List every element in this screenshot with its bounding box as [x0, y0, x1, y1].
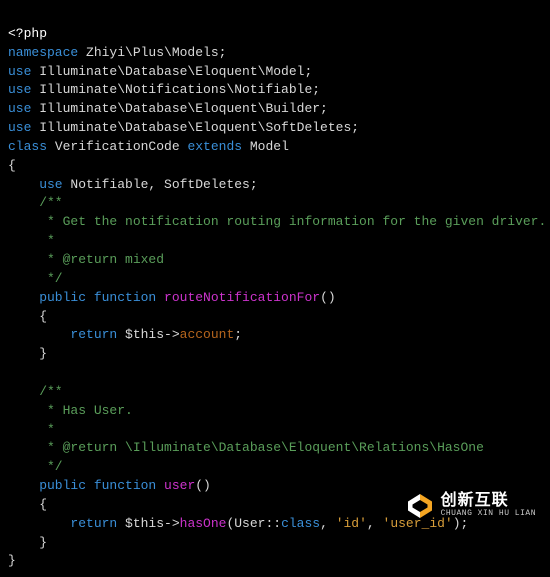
this-arrow: $this->	[117, 327, 179, 342]
method-routenotificationfor: routeNotificationFor	[156, 290, 320, 305]
class-name: VerificationCode	[47, 139, 187, 154]
kw-class-ref: class	[281, 516, 320, 531]
kw-use-trait: use	[8, 177, 63, 192]
trait-names: Notifiable, SoftDeletes;	[63, 177, 258, 192]
brace-close: }	[8, 553, 16, 568]
kw-public: public	[8, 290, 86, 305]
docblock-desc: * Has User.	[8, 403, 133, 418]
comma: ,	[367, 516, 383, 531]
docblock-close: */	[8, 271, 63, 286]
kw-class: class	[8, 139, 47, 154]
parens: ()	[320, 290, 336, 305]
ns-name: Zhiyi\Plus\Models;	[78, 45, 226, 60]
extends-name: Model	[242, 139, 289, 154]
logo-text-cn: 创新互联	[441, 493, 536, 511]
kw-public: public	[8, 478, 86, 493]
kw-use: use	[8, 64, 31, 79]
use-notifiable: Illuminate\Notifications\Notifiable;	[31, 82, 320, 97]
kw-namespace: namespace	[8, 45, 78, 60]
parens: ()	[195, 478, 211, 493]
prop-account: account	[180, 327, 235, 342]
this-arrow: $this->	[117, 516, 179, 531]
docblock-desc: * Get the notification routing informati…	[8, 214, 546, 229]
php-open: <?php	[8, 26, 47, 41]
kw-extends: extends	[187, 139, 242, 154]
docblock-open: /**	[8, 384, 63, 399]
docblock-close: */	[8, 459, 63, 474]
kw-return: return	[8, 516, 117, 531]
brace-open: {	[8, 497, 47, 512]
kw-return: return	[8, 327, 117, 342]
brace-open: {	[8, 309, 47, 324]
logo-text-en: CHUANG XIN HU LIAN	[441, 510, 536, 519]
docblock-star: *	[8, 233, 55, 248]
paren-userclass: (User::	[226, 516, 281, 531]
kw-function: function	[86, 290, 156, 305]
kw-use: use	[8, 82, 31, 97]
docblock-star: *	[8, 422, 55, 437]
kw-use: use	[8, 101, 31, 116]
docblock-return: * @return mixed	[8, 252, 164, 267]
kw-function: function	[86, 478, 156, 493]
docblock-open: /**	[8, 195, 63, 210]
brace-close: }	[8, 535, 47, 550]
method-hasone: hasOne	[180, 516, 227, 531]
logo-icon	[405, 491, 435, 521]
docblock-return: * @return \Illuminate\Database\Eloquent\…	[8, 440, 484, 455]
use-model: Illuminate\Database\Eloquent\Model;	[31, 64, 312, 79]
kw-use: use	[8, 120, 31, 135]
brace-open: {	[8, 158, 16, 173]
method-user: user	[156, 478, 195, 493]
semicolon: ;	[234, 327, 242, 342]
str-id: 'id'	[336, 516, 367, 531]
use-builder: Illuminate\Database\Eloquent\Builder;	[31, 101, 327, 116]
use-softdeletes: Illuminate\Database\Eloquent\SoftDeletes…	[31, 120, 359, 135]
brace-close: }	[8, 346, 47, 361]
watermark-logo: 创新互联 CHUANG XIN HU LIAN	[405, 491, 536, 521]
comma: ,	[320, 516, 336, 531]
